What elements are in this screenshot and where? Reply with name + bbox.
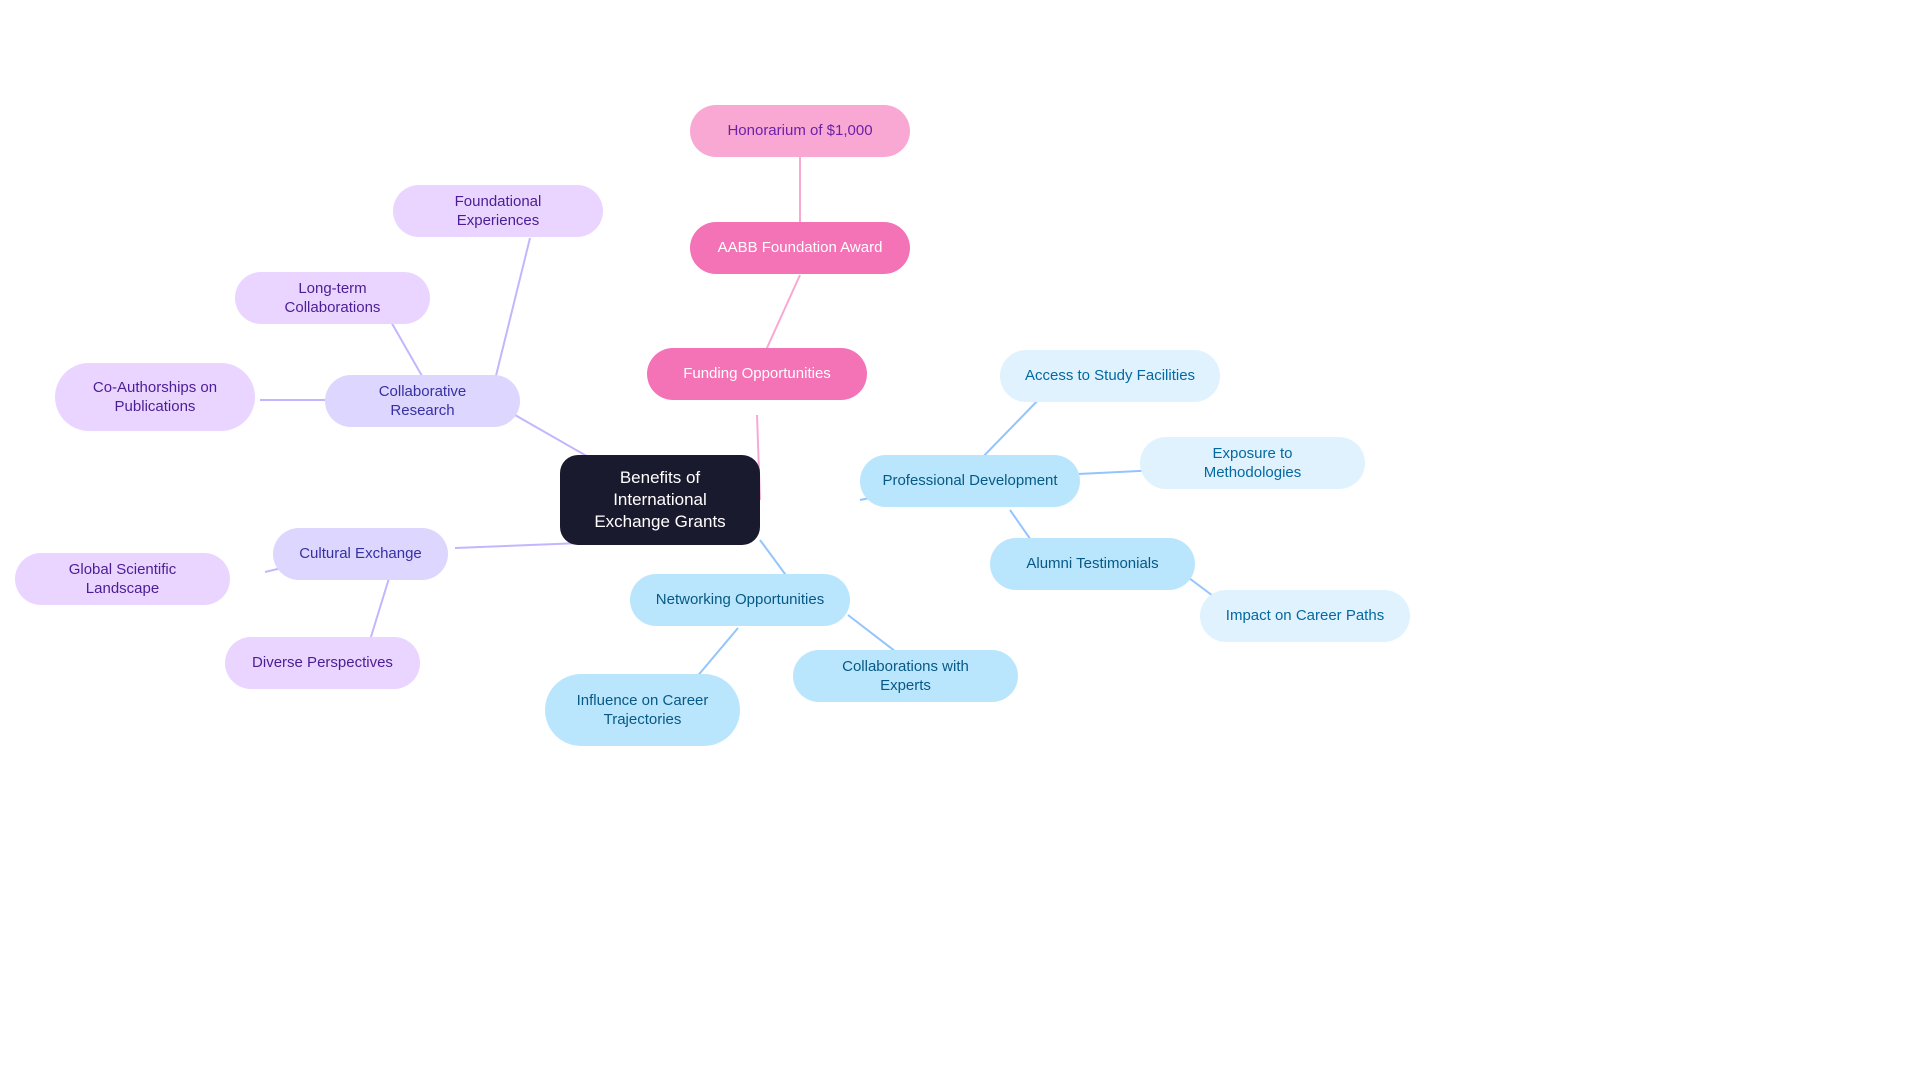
foundational-label: Foundational Experiences (415, 192, 581, 231)
professional-label: Professional Development (882, 471, 1057, 491)
aabb-label: AABB Foundation Award (718, 238, 883, 258)
diverse-label: Diverse Perspectives (252, 653, 393, 673)
impact-label: Impact on Career Paths (1226, 606, 1384, 626)
honorarium-label: Honorarium of $1,000 (727, 121, 872, 141)
diverse-node: Diverse Perspectives (225, 637, 420, 689)
influence-node: Influence on Career Trajectories (545, 674, 740, 746)
funding-node: Funding Opportunities (647, 348, 867, 400)
foundational-node: Foundational Experiences (393, 185, 603, 237)
influence-label: Influence on Career Trajectories (577, 691, 709, 730)
coauthorships-node: Co-Authorships on Publications (55, 363, 255, 431)
collaborative-research-label: Collaborative Research (347, 382, 498, 421)
impact-node: Impact on Career Paths (1200, 590, 1410, 642)
center-node: Benefits of International Exchange Grant… (560, 455, 760, 545)
collaborations-node: Collaborations with Experts (793, 650, 1018, 702)
aabb-node: AABB Foundation Award (690, 222, 910, 274)
exposure-node: Exposure to Methodologies (1140, 437, 1365, 489)
global-label: Global Scientific Landscape (37, 560, 208, 599)
professional-node: Professional Development (860, 455, 1080, 507)
center-label: Benefits of International Exchange Grant… (582, 467, 738, 533)
global-node: Global Scientific Landscape (15, 553, 230, 605)
access-label: Access to Study Facilities (1025, 366, 1195, 386)
honorarium-node: Honorarium of $1,000 (690, 105, 910, 157)
networking-label: Networking Opportunities (656, 590, 824, 610)
funding-label: Funding Opportunities (683, 364, 831, 384)
cultural-exchange-label: Cultural Exchange (299, 544, 422, 564)
coauthorships-label: Co-Authorships on Publications (93, 378, 217, 417)
access-node: Access to Study Facilities (1000, 350, 1220, 402)
alumni-label: Alumni Testimonials (1026, 554, 1158, 574)
longterm-label: Long-term Collaborations (257, 279, 408, 318)
collaborations-label: Collaborations with Experts (815, 657, 996, 696)
cultural-exchange-node: Cultural Exchange (273, 528, 448, 580)
alumni-node: Alumni Testimonials (990, 538, 1195, 590)
longterm-node: Long-term Collaborations (235, 272, 430, 324)
exposure-label: Exposure to Methodologies (1162, 444, 1343, 483)
collaborative-research-node: Collaborative Research (325, 375, 520, 427)
networking-node: Networking Opportunities (630, 574, 850, 626)
